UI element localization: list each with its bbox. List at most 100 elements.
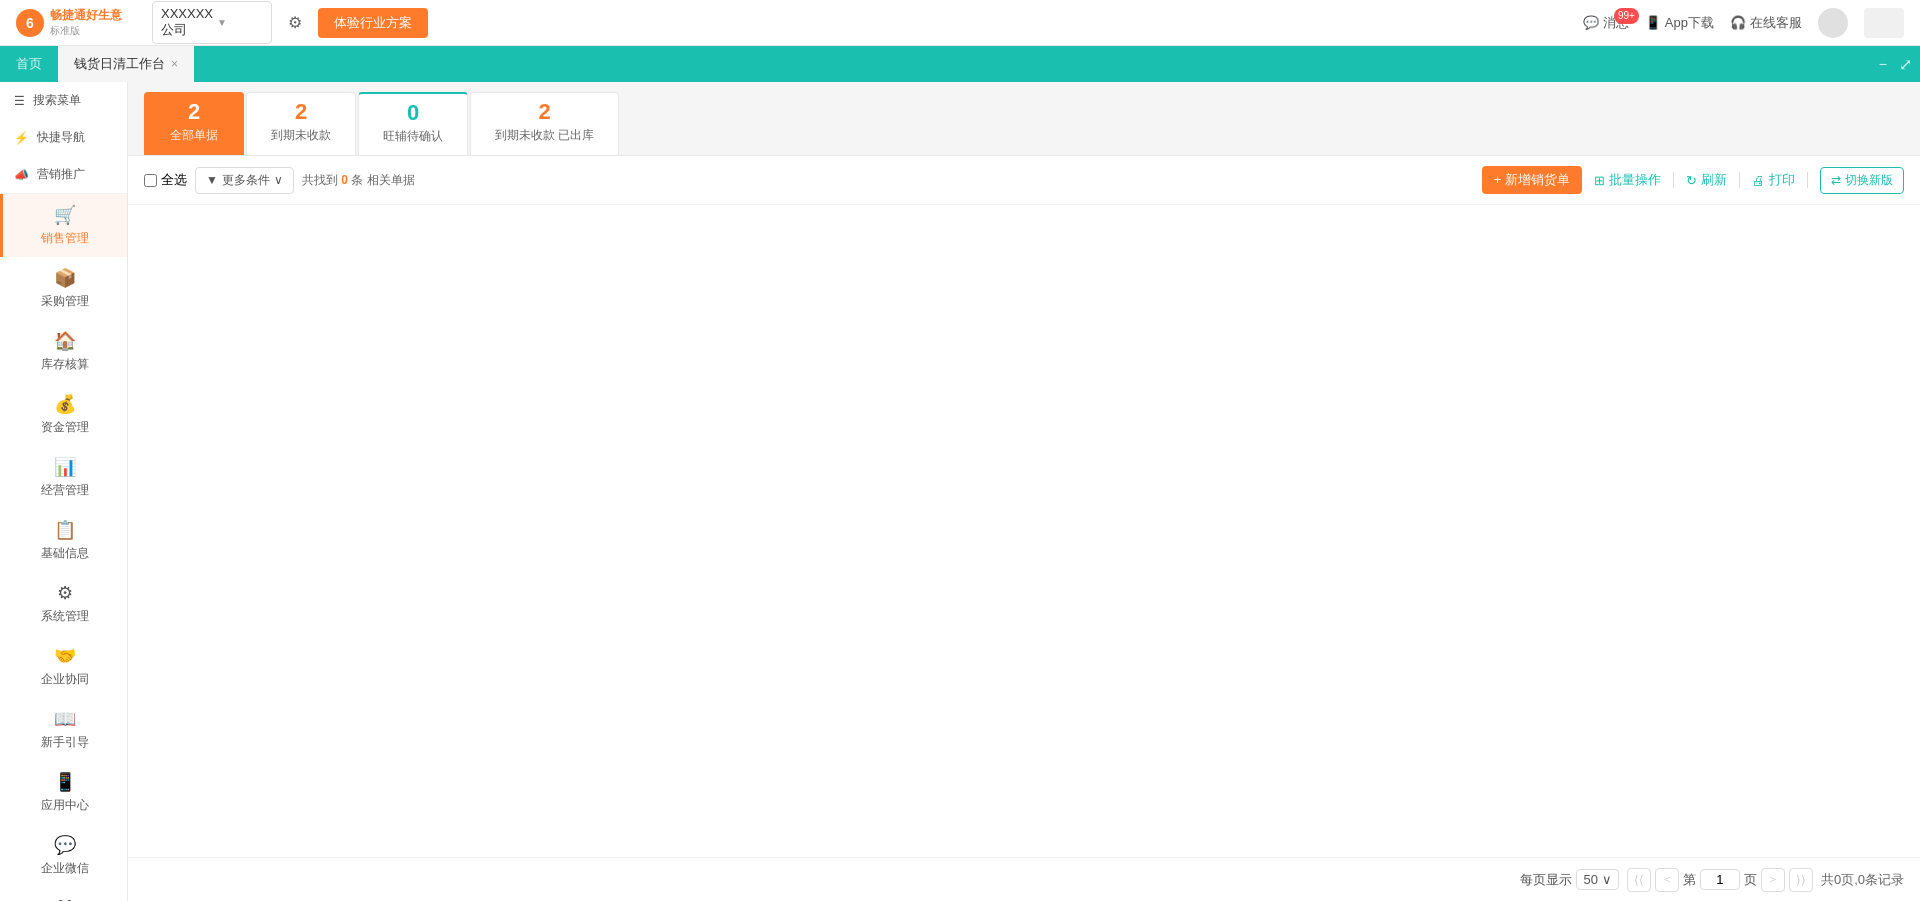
page-content: 2 全部单据 2 到期未收款 0 旺辅待确认 2 到期未收款 已出库: [128, 82, 1920, 901]
batch-operation-button[interactable]: ⊞ 批量操作: [1594, 171, 1661, 189]
inventory-icon: 🏠: [54, 330, 76, 352]
page-size-selector: 每页显示 50 ∨: [1520, 869, 1618, 890]
page-number-input[interactable]: [1700, 869, 1740, 890]
sidebar-item-sales[interactable]: 🛒 销售管理: [0, 194, 127, 257]
stat-label-overdue: 到期未收款: [271, 127, 331, 144]
sidebar-item-member[interactable]: V 畅会员: [0, 887, 127, 901]
stat-num-overdue-shipped: 2: [539, 101, 551, 123]
sidebar-item-search-menu[interactable]: ☰ 搜索菜单: [0, 82, 127, 119]
page-navigation: ⟨⟨ ＜ 第 页 ＞ ⟩⟩: [1627, 868, 1813, 892]
found-count: 0: [341, 173, 348, 187]
online-service-button[interactable]: 🎧 在线客服: [1730, 14, 1802, 32]
logo-area: 6 畅捷通好生意 标准版: [16, 8, 144, 37]
company-selector[interactable]: XXXXXX公司 ▼: [152, 1, 272, 44]
sidebar-item-wechat[interactable]: 💬 企业微信: [0, 824, 127, 887]
message-icon: 💬: [1583, 15, 1599, 30]
sidebar: ☰ 搜索菜单 ⚡ 快捷导航 📣 营销推广 🛒 销售管理 📦 采购管理 🏠 库存核…: [0, 82, 128, 901]
sidebar-item-quick-nav[interactable]: ⚡ 快捷导航: [0, 119, 127, 156]
messages-button[interactable]: 💬 消息 99+: [1583, 14, 1629, 32]
stat-num-all: 2: [188, 101, 200, 123]
download-icon: 📱: [1645, 15, 1661, 30]
stat-label-all: 全部单据: [170, 127, 218, 144]
main-layout: ☰ 搜索菜单 ⚡ 快捷导航 📣 营销推广 🛒 销售管理 📦 采购管理 🏠 库存核…: [0, 82, 1920, 901]
page-size-dropdown[interactable]: 50 ∨: [1576, 869, 1618, 890]
batch-icon: ⊞: [1594, 173, 1605, 188]
filter-button[interactable]: ▼ 更多条件 ∨: [195, 167, 294, 194]
logo-text: 畅捷通好生意 标准版: [50, 8, 122, 37]
content-area: 2 全部单据 2 到期未收款 0 旺辅待确认 2 到期未收款 已出库: [128, 82, 1920, 901]
settings-button[interactable]: ⚙: [280, 8, 310, 38]
stats-tabs: 2 全部单据 2 到期未收款 0 旺辅待确认 2 到期未收款 已出库: [128, 82, 1920, 156]
member-icon: V: [59, 897, 71, 901]
enterprise-icon: 🤝: [54, 645, 76, 667]
stat-num-overdue: 2: [295, 101, 307, 123]
page-last-button[interactable]: ⟩⟩: [1789, 868, 1813, 892]
sidebar-item-finance[interactable]: 💰 资金管理: [0, 383, 127, 446]
avatar[interactable]: [1818, 8, 1848, 38]
user-name[interactable]: [1864, 8, 1904, 38]
finance-icon: 💰: [54, 393, 76, 415]
top-header: 6 畅捷通好生意 标准版 XXXXXX公司 ▼ ⚙ 体验行业方案 💬 消息 99…: [0, 0, 1920, 46]
stat-num-wangfu: 0: [407, 102, 419, 124]
stat-tab-overdue-shipped[interactable]: 2 到期未收款 已出库: [470, 92, 619, 155]
service-icon: 🎧: [1730, 15, 1746, 30]
sidebar-item-purchase[interactable]: 📦 采购管理: [0, 257, 127, 320]
select-all-checkbox[interactable]: 全选: [144, 171, 187, 189]
sidebar-item-marketing[interactable]: 📣 营销推广: [0, 156, 127, 193]
tab-home[interactable]: 首页: [0, 46, 58, 82]
system-icon: ⚙: [57, 582, 73, 604]
add-sales-order-button[interactable]: + 新增销货单: [1482, 166, 1582, 194]
app-center-icon: 📱: [54, 771, 76, 793]
refresh-button[interactable]: ↻ 刷新: [1686, 171, 1727, 189]
filter-icon: ▼: [206, 173, 218, 187]
logo-icon: 6: [16, 9, 44, 37]
sidebar-item-enterprise[interactable]: 🤝 企业协同: [0, 635, 127, 698]
refresh-icon: ↻: [1686, 173, 1697, 188]
nav-actions: － ⤢: [1875, 54, 1920, 75]
expand-icon[interactable]: ⤢: [1899, 55, 1912, 74]
divider: [1673, 172, 1674, 188]
stat-tab-wangfu[interactable]: 0 旺辅待确认: [358, 92, 468, 155]
stat-label-wangfu: 旺辅待确认: [383, 128, 443, 145]
switch-icon: ⇄: [1831, 173, 1841, 187]
sidebar-item-app-center[interactable]: 📱 应用中心: [0, 761, 127, 824]
app-download-button[interactable]: 📱 App下载: [1645, 14, 1714, 32]
toolbar-right: + 新增销货单 ⊞ 批量操作 ↻ 刷新 🖨 打印: [1482, 166, 1904, 194]
dropdown-arrow-icon: ∨: [1602, 872, 1612, 887]
sidebar-item-operations[interactable]: 📊 经营管理: [0, 446, 127, 509]
gear-icon: ⚙: [288, 13, 302, 32]
stat-label-overdue-shipped: 到期未收款 已出库: [495, 127, 594, 144]
wechat-icon: 💬: [54, 834, 76, 856]
select-all-input[interactable]: [144, 174, 157, 187]
stat-tab-all[interactable]: 2 全部单据: [144, 92, 244, 155]
switch-version-button[interactable]: ⇄ 切换新版: [1820, 167, 1904, 194]
page-first-button[interactable]: ⟨⟨: [1627, 868, 1651, 892]
header-right: 💬 消息 99+ 📱 App下载 🎧 在线客服: [1583, 8, 1904, 38]
toolbar-left: 全选 ▼ 更多条件 ∨ 共找到 0 条 相关单据: [144, 167, 1474, 194]
table-area: [128, 205, 1920, 857]
tab-close-icon[interactable]: ×: [171, 57, 178, 71]
chevron-down-icon: ▼: [217, 17, 263, 28]
sidebar-top-items: ☰ 搜索菜单 ⚡ 快捷导航 📣 营销推广: [0, 82, 127, 194]
stat-tab-overdue[interactable]: 2 到期未收款: [246, 92, 356, 155]
sidebar-item-system[interactable]: ⚙ 系统管理: [0, 572, 127, 635]
sidebar-item-basic-info[interactable]: 📋 基础信息: [0, 509, 127, 572]
sidebar-item-inventory[interactable]: 🏠 库存核算: [0, 320, 127, 383]
minimize-icon[interactable]: －: [1875, 54, 1891, 75]
pagination: 每页显示 50 ∨ ⟨⟨ ＜ 第 页 ＞ ⟩⟩ 共0页,0条记录: [128, 857, 1920, 901]
message-badge: 99+: [1614, 8, 1639, 24]
sidebar-item-guide[interactable]: 📖 新手引导: [0, 698, 127, 761]
operations-icon: 📊: [54, 456, 76, 478]
page-prev-button[interactable]: ＜: [1655, 868, 1679, 892]
trial-button[interactable]: 体验行业方案: [318, 8, 428, 38]
sales-icon: 🛒: [54, 204, 76, 226]
tab-workbench[interactable]: 钱货日清工作台 ×: [58, 46, 194, 82]
print-button[interactable]: 🖨 打印: [1752, 171, 1795, 189]
basic-info-icon: 📋: [54, 519, 76, 541]
toolbar: 全选 ▼ 更多条件 ∨ 共找到 0 条 相关单据 + 新增销货单: [128, 156, 1920, 205]
divider3: [1807, 172, 1808, 188]
print-icon: 🖨: [1752, 173, 1765, 188]
page-next-button[interactable]: ＞: [1761, 868, 1785, 892]
total-records: 共0页,0条记录: [1821, 871, 1904, 889]
nav-tabs-bar: 首页 钱货日清工作台 × － ⤢: [0, 46, 1920, 82]
